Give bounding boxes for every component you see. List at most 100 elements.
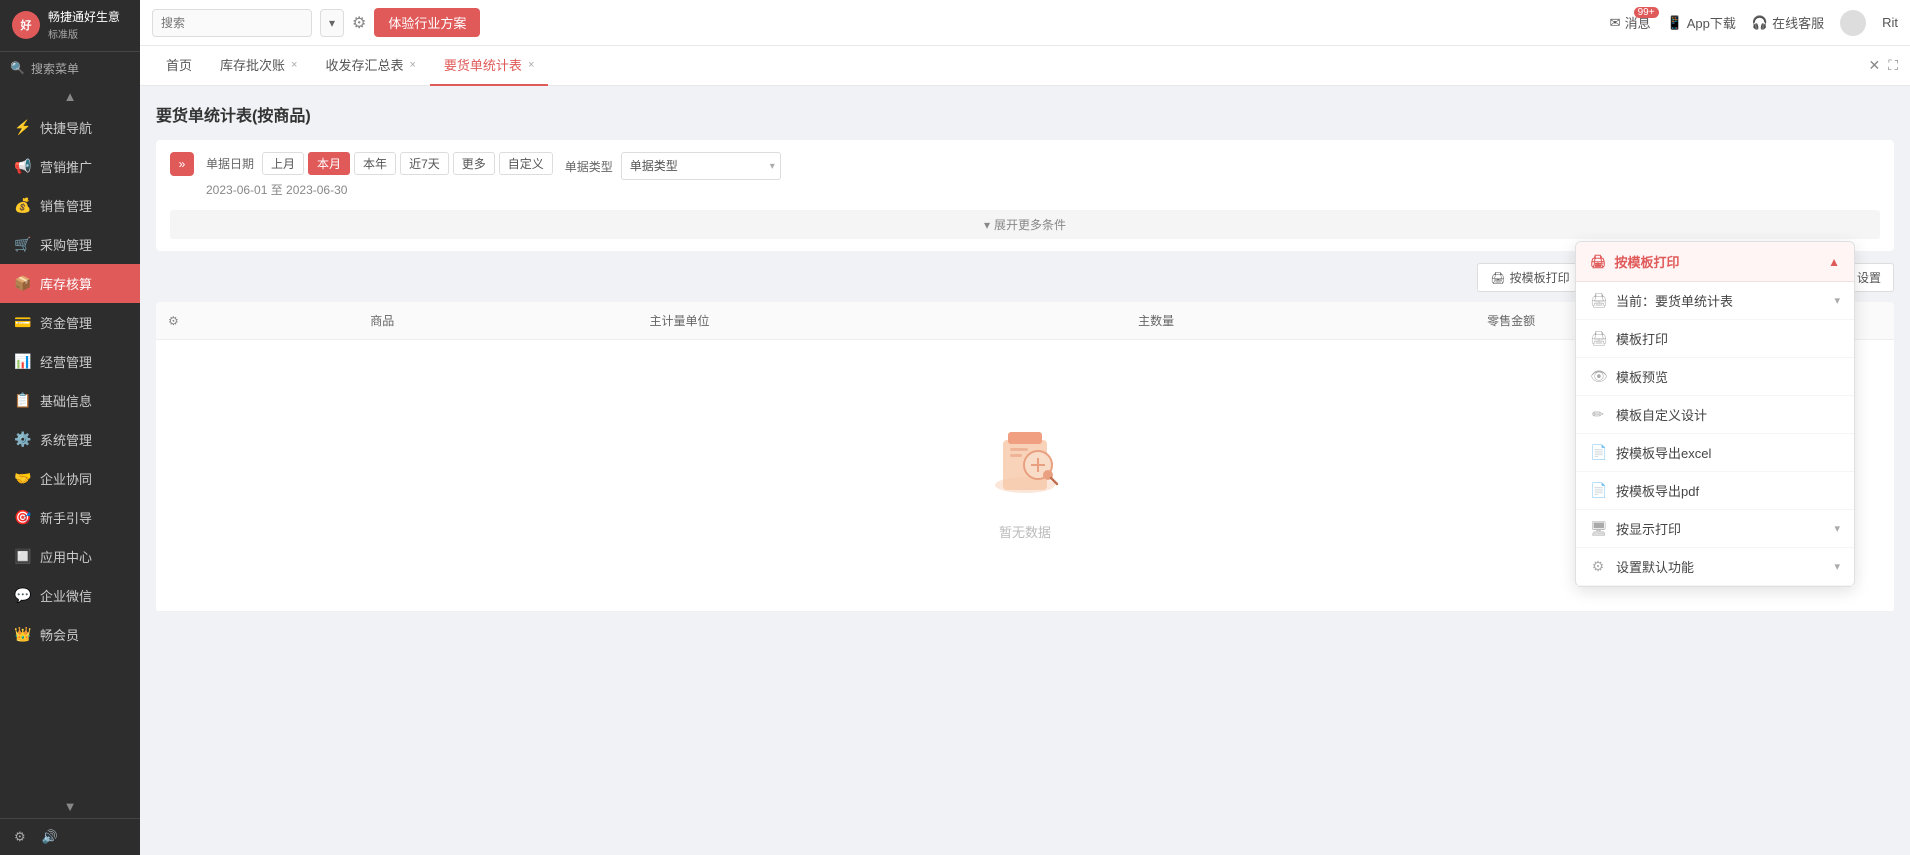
avatar[interactable] xyxy=(1840,10,1866,36)
app-version: 标准版 xyxy=(48,26,120,41)
tab-batch-ledger-close[interactable]: × xyxy=(291,59,297,71)
system-icon: ⚙️ xyxy=(14,430,32,448)
print-dropdown-close-arrow[interactable]: ▲ xyxy=(1828,255,1840,269)
display-print-left: 🖥 按显示打印 xyxy=(1590,519,1681,538)
print-dropdown-title-text: 按模板打印 xyxy=(1615,252,1680,271)
main-content: ▾ ⚙ 体验行业方案 ✉ 消息 99+ 📱 App下载 🎧 在线客服 Rit 首… xyxy=(140,0,1910,855)
topbar-gear-icon[interactable]: ⚙ xyxy=(352,13,366,33)
sidebar-scroll-down[interactable]: ▼ xyxy=(0,795,140,818)
topbar-right: ✉ 消息 99+ 📱 App下载 🎧 在线客服 Rit xyxy=(1610,10,1898,36)
app-name-block: 畅捷通好生意 标准版 xyxy=(48,10,120,41)
sidebar-item-operations[interactable]: 📊 经营管理 xyxy=(0,342,140,381)
online-service-label: 在线客服 xyxy=(1772,13,1824,32)
sound-icon[interactable]: 🔊 xyxy=(42,829,58,845)
app-logo-icon: 好 xyxy=(12,11,40,39)
sidebar-item-finance[interactable]: 💳 资金管理 xyxy=(0,303,140,342)
sidebar-search[interactable]: 🔍 搜索菜单 xyxy=(0,52,140,85)
expand-icon: ▾ xyxy=(984,218,990,232)
date-btn-more[interactable]: 更多 xyxy=(453,152,495,175)
template-pdf-icon: 📄 xyxy=(1590,482,1606,499)
date-buttons: 上月 本月 本年 近7天 更多 自定义 xyxy=(262,152,553,175)
tab-home-label: 首页 xyxy=(166,55,192,74)
template-pdf-item[interactable]: 📄 按模板导出pdf xyxy=(1576,472,1854,510)
expand-more-btn[interactable]: ▾ 展开更多条件 xyxy=(170,210,1880,239)
set-default-item[interactable]: ⚙ 设置默认功能 ▾ xyxy=(1576,548,1854,586)
template-excel-item[interactable]: 📄 按模板导出excel xyxy=(1576,434,1854,472)
date-btn-prev-month[interactable]: 上月 xyxy=(262,152,304,175)
sales-icon: 💰 xyxy=(14,196,32,214)
username: Rit xyxy=(1882,15,1898,30)
template-design-item[interactable]: ✏ 模板自定义设计 xyxy=(1576,396,1854,434)
filter-expand-btn[interactable]: » xyxy=(170,152,194,176)
set-default-left: ⚙ 设置默认功能 xyxy=(1590,557,1694,576)
date-btn-7days[interactable]: 近7天 xyxy=(400,152,449,175)
sidebar-item-apps[interactable]: 🔲 应用中心 xyxy=(0,537,140,576)
app-name: 畅捷通好生意 xyxy=(48,10,120,26)
sidebar-item-member[interactable]: 👑 畅会员 xyxy=(0,615,140,654)
tab-home[interactable]: 首页 xyxy=(152,46,206,86)
sidebar-item-inventory[interactable]: 📦 库存核算 xyxy=(0,264,140,303)
finance-icon: 💳 xyxy=(14,313,32,331)
wechat-icon: 💬 xyxy=(14,586,32,604)
trial-btn[interactable]: 体验行业方案 xyxy=(374,8,480,37)
template-print-item[interactable]: 🖨 模板打印 xyxy=(1576,320,1854,358)
sidebar-item-label: 资金管理 xyxy=(40,313,92,332)
template-design-icon: ✏ xyxy=(1590,406,1606,423)
messages-badge[interactable]: ✉ 消息 99+ xyxy=(1610,13,1651,32)
date-btn-this-month[interactable]: 本月 xyxy=(308,152,350,175)
template-pdf-label: 按模板导出pdf xyxy=(1616,481,1699,500)
type-filter-row: 单据类型 单据类型 xyxy=(565,152,781,180)
tab-order-stats[interactable]: 要货单统计表 × xyxy=(430,46,548,86)
type-select[interactable]: 单据类型 xyxy=(621,152,781,180)
sidebar-item-wechat[interactable]: 💬 企业微信 xyxy=(0,576,140,615)
sidebar-item-label: 快捷导航 xyxy=(40,118,92,137)
maximize-btn[interactable]: ⛶ xyxy=(1888,57,1898,74)
display-print-arrow: ▾ xyxy=(1834,522,1840,535)
print-current-item[interactable]: 🖨 当前：要货单统计表 ▾ xyxy=(1576,282,1854,320)
sidebar-item-purchase[interactable]: 🛒 采购管理 xyxy=(0,225,140,264)
close-window-btn[interactable]: ✕ xyxy=(1868,57,1880,74)
sidebar-item-basic[interactable]: 📋 基础信息 xyxy=(0,381,140,420)
tab-receivable-close[interactable]: × xyxy=(409,59,415,71)
online-service-btn[interactable]: 🎧 在线客服 xyxy=(1752,13,1824,32)
sidebar-scroll-up[interactable]: ▲ xyxy=(0,85,140,108)
topbar-search-input[interactable] xyxy=(152,9,312,37)
sidebar-item-label: 企业微信 xyxy=(40,586,92,605)
headset-icon: 🎧 xyxy=(1752,15,1768,31)
empty-illustration xyxy=(975,410,1075,510)
tab-batch-ledger[interactable]: 库存批次账 × xyxy=(206,46,311,86)
print-dropdown-icon: 🖨 xyxy=(1590,254,1607,270)
sidebar-bottom: ⚙ 🔊 xyxy=(0,818,140,855)
quick-nav-icon: ⚡ xyxy=(14,118,32,136)
print-dropdown-header: 🖨 按模板打印 ▲ xyxy=(1576,242,1854,282)
date-btn-this-year[interactable]: 本年 xyxy=(354,152,396,175)
sidebar-item-quick-nav[interactable]: ⚡ 快捷导航 xyxy=(0,108,140,147)
topbar-dropdown-btn[interactable]: ▾ xyxy=(320,9,344,37)
inventory-icon: 📦 xyxy=(14,274,32,292)
settings-icon[interactable]: ⚙ xyxy=(14,829,26,845)
search-icon: 🔍 xyxy=(10,61,25,75)
sidebar-item-marketing[interactable]: 📢 营销推广 xyxy=(0,147,140,186)
sidebar-item-guide[interactable]: 🎯 新手引导 xyxy=(0,498,140,537)
sidebar-item-system[interactable]: ⚙️ 系统管理 xyxy=(0,420,140,459)
template-preview-item[interactable]: 👁 模板预览 xyxy=(1576,358,1854,396)
th-gear[interactable]: ⚙ xyxy=(156,302,358,340)
sidebar-item-sales[interactable]: 💰 销售管理 xyxy=(0,186,140,225)
sidebar-item-label: 企业协同 xyxy=(40,469,92,488)
template-print-icon: 🖨 xyxy=(1590,330,1606,347)
date-btn-custom[interactable]: 自定义 xyxy=(499,152,553,175)
sidebar-logo: 好 畅捷通好生意 标准版 xyxy=(0,0,140,52)
app-download-btn[interactable]: 📱 App下载 xyxy=(1667,13,1736,32)
th-goods: 商品 xyxy=(358,302,637,340)
date-filter-row: 单据日期 上月 本月 本年 近7天 更多 自定义 xyxy=(206,152,553,175)
tab-order-stats-close[interactable]: × xyxy=(528,59,534,71)
tab-receivable-summary[interactable]: 收发存汇总表 × xyxy=(311,46,429,86)
sidebar-item-collab[interactable]: 🤝 企业协同 xyxy=(0,459,140,498)
set-default-icon: ⚙ xyxy=(1590,558,1606,575)
tabs-bar: 首页 库存批次账 × 收发存汇总表 × 要货单统计表 × ✕ ⛶ xyxy=(140,46,1910,86)
date-range-row: 2023-06-01 至 2023-06-30 xyxy=(206,181,553,198)
display-print-item[interactable]: 🖥 按显示打印 ▾ xyxy=(1576,510,1854,548)
purchase-icon: 🛒 xyxy=(14,235,32,253)
date-filter-group: 单据日期 上月 本月 本年 近7天 更多 自定义 2023-06-01 至 20… xyxy=(206,152,553,198)
sidebar-item-label: 应用中心 xyxy=(40,547,92,566)
